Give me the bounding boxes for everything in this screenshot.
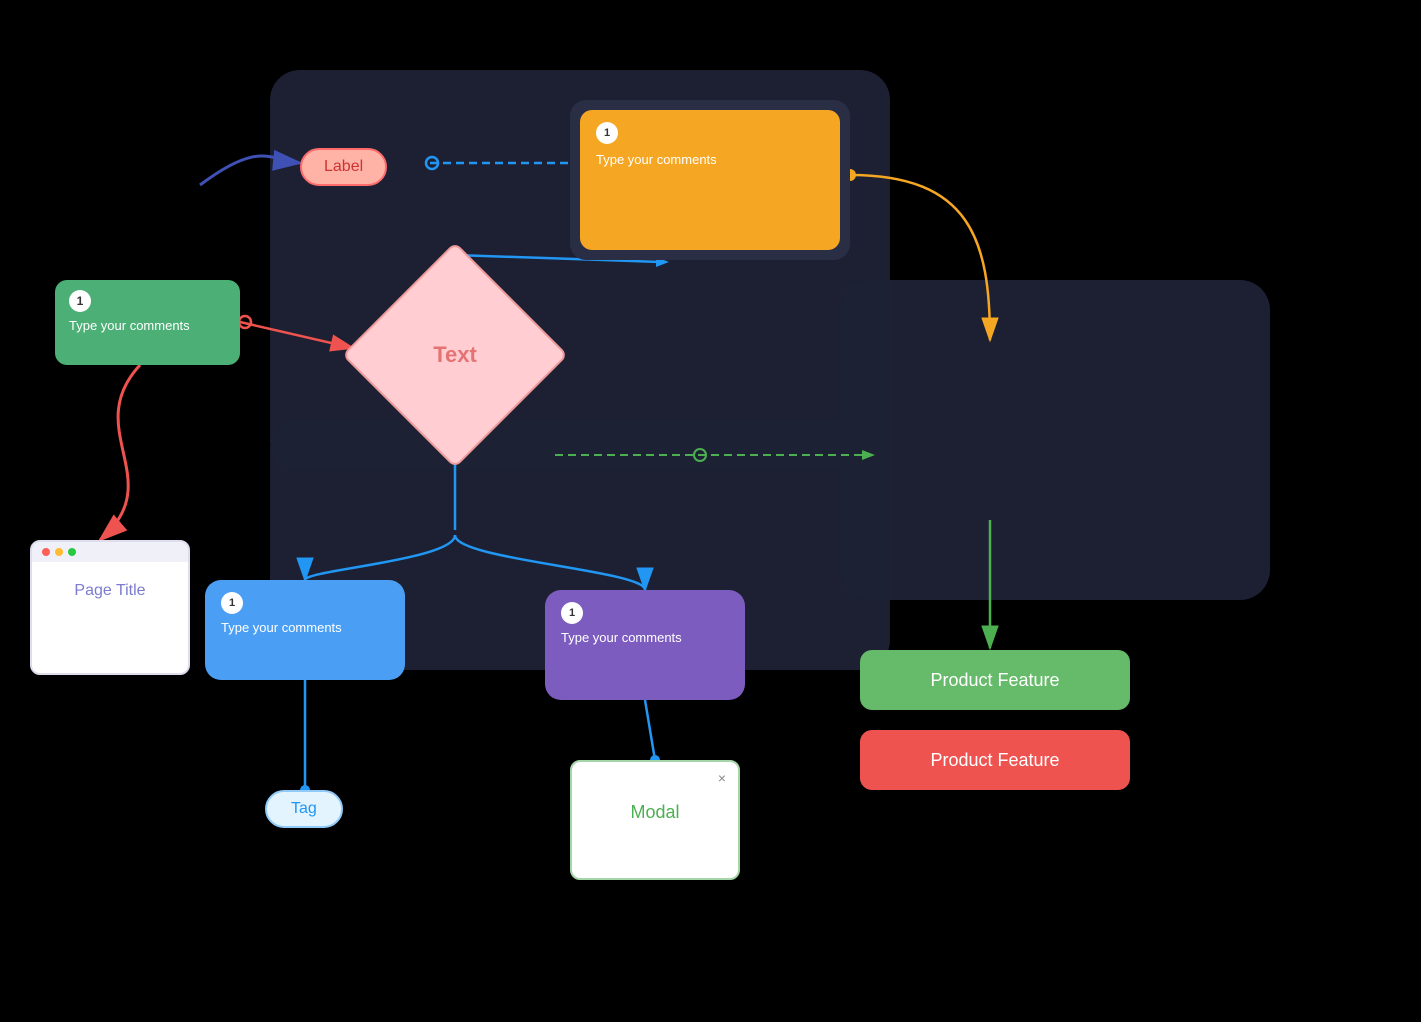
node-purple[interactable]: 1 Type your comments bbox=[545, 590, 745, 700]
modal-card[interactable]: × Modal bbox=[570, 760, 740, 880]
node-blue-number: 1 bbox=[221, 592, 243, 614]
dot-green bbox=[68, 548, 76, 556]
node-yellow[interactable]: 1 Type your comments bbox=[570, 100, 850, 260]
node-green[interactable]: 1 Type your comments bbox=[55, 280, 240, 365]
page-title-card[interactable]: Page Title bbox=[30, 540, 190, 675]
product-feature-red-label: Product Feature bbox=[930, 750, 1059, 771]
node-yellow-label: Type your comments bbox=[596, 152, 824, 167]
canvas: 1 Type your comments Label 1 Type your c… bbox=[0, 0, 1421, 1022]
node-purple-label: Type your comments bbox=[561, 630, 729, 645]
card-header bbox=[32, 542, 188, 562]
node-blue-label: Type your comments bbox=[221, 620, 389, 635]
modal-text: Modal bbox=[572, 762, 738, 823]
style-guide-callout: Style Guide - Color - Typography bbox=[870, 335, 1110, 441]
diamond-container[interactable]: Text bbox=[355, 255, 555, 455]
dot-yellow bbox=[55, 548, 63, 556]
node-green-number: 1 bbox=[69, 290, 91, 312]
label-pill[interactable]: Label bbox=[300, 148, 387, 186]
dot-red bbox=[42, 548, 50, 556]
label-pill-text: Label bbox=[324, 158, 363, 175]
node-purple-number: 1 bbox=[561, 602, 583, 624]
diamond-shape: Text bbox=[342, 242, 568, 468]
page-title-text: Page Title bbox=[32, 562, 188, 620]
modal-close-button[interactable]: × bbox=[718, 770, 726, 786]
tag-text: Tag bbox=[291, 800, 317, 817]
tag-chip[interactable]: Tag bbox=[265, 790, 343, 828]
product-feature-red[interactable]: Product Feature bbox=[860, 730, 1130, 790]
product-feature-green-label: Product Feature bbox=[930, 670, 1059, 691]
node-green-label: Type your comments bbox=[69, 318, 226, 333]
product-feature-green[interactable]: Product Feature bbox=[860, 650, 1130, 710]
node-blue[interactable]: 1 Type your comments bbox=[205, 580, 405, 680]
diamond-label: Text bbox=[433, 342, 477, 368]
node-yellow-number: 1 bbox=[596, 122, 618, 144]
